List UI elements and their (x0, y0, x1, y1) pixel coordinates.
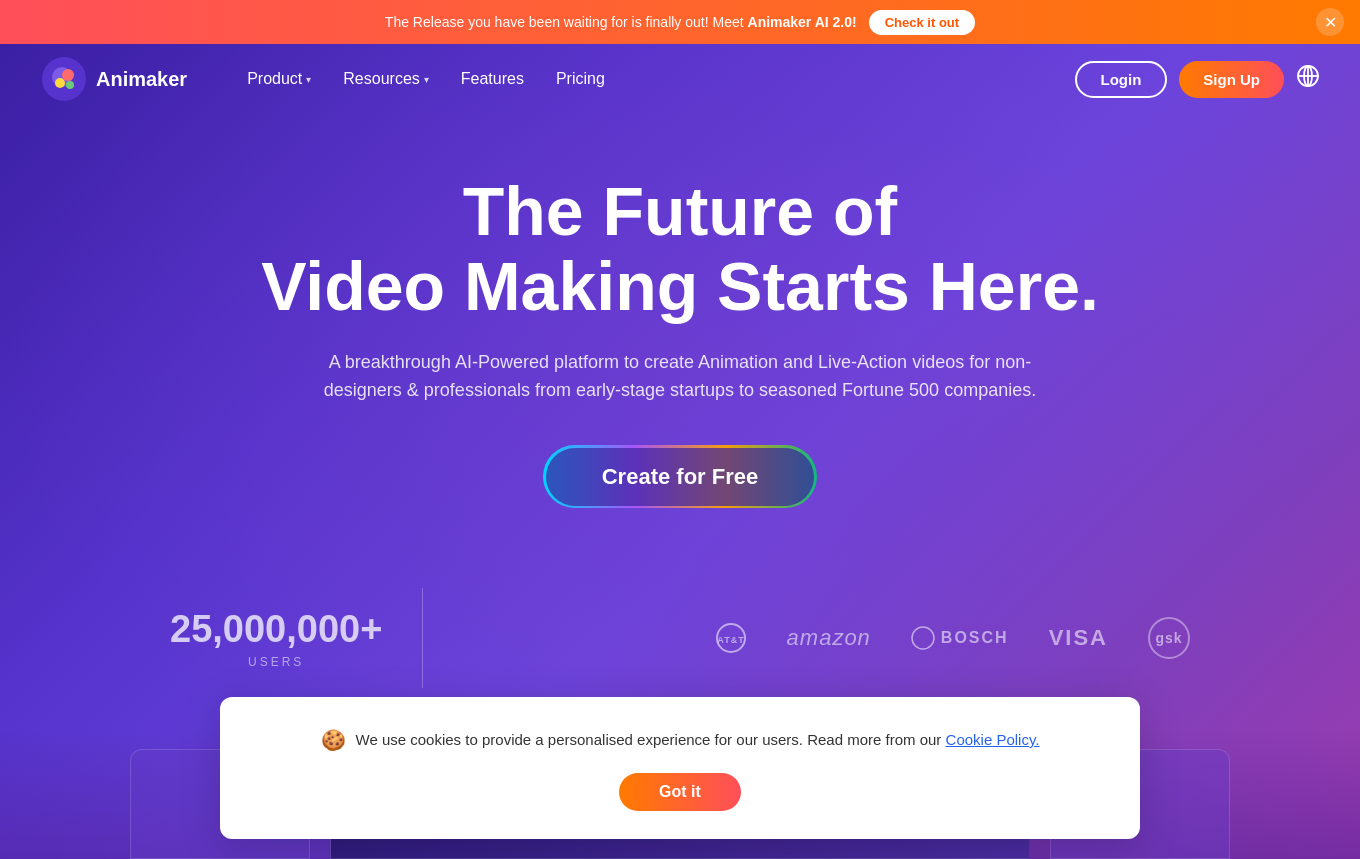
chevron-down-icon: ▾ (424, 74, 429, 85)
brand-bosch: BOSCH (911, 626, 1009, 650)
nav-actions: Login Sign Up (1075, 61, 1321, 98)
create-free-button-wrapper[interactable]: Create for Free (543, 445, 817, 508)
check-it-out-button[interactable]: Check it out (869, 10, 975, 35)
language-selector-button[interactable] (1296, 64, 1320, 94)
globe-icon (1296, 64, 1320, 88)
hero-title-line1: The Future of (261, 174, 1099, 249)
att-logo-icon: AT&T (715, 622, 747, 654)
login-button[interactable]: Login (1075, 61, 1168, 98)
svg-point-11 (912, 627, 934, 649)
svg-point-4 (66, 81, 74, 89)
navbar: Animaker Product ▾ Resources ▾ Features … (0, 44, 1360, 114)
animaker-logo-icon (40, 55, 88, 103)
svg-text:AT&T: AT&T (717, 635, 744, 645)
cookie-text: 🍪 We use cookies to provide a personalis… (321, 725, 1040, 755)
stats-divider (422, 588, 423, 688)
cookie-icon: 🍪 (321, 725, 346, 755)
announcement-text: The Release you have been waiting for is… (385, 14, 857, 30)
nav-link-features[interactable]: Features (461, 70, 524, 88)
nav-logo-text: Animaker (96, 68, 187, 91)
users-stats-block: 25,000,000+ USERS (170, 608, 422, 669)
cookie-message: We use cookies to provide a personalised… (356, 729, 1040, 752)
brand-logos: AT&T amazon BOSCH VISA gsk (463, 617, 1190, 659)
hero-title-line2: Video Making Starts Here. (261, 249, 1099, 324)
got-it-button[interactable]: Got it (619, 773, 741, 811)
brand-gsk: gsk (1148, 617, 1190, 659)
nav-link-resources[interactable]: Resources ▾ (343, 70, 428, 88)
chevron-down-icon: ▾ (306, 74, 311, 85)
stats-section: 25,000,000+ USERS AT&T amazon BOSCH VISA… (130, 588, 1230, 688)
nav-link-product[interactable]: Product ▾ (247, 70, 311, 88)
nav-logo[interactable]: Animaker (40, 55, 187, 103)
svg-point-3 (55, 78, 65, 88)
signup-button[interactable]: Sign Up (1179, 61, 1284, 98)
brand-visa: VISA (1049, 625, 1108, 651)
nav-link-pricing[interactable]: Pricing (556, 70, 605, 88)
create-free-button[interactable]: Create for Free (546, 448, 815, 506)
brand-amazon: amazon (787, 625, 871, 651)
nav-links: Product ▾ Resources ▾ Features Pricing (247, 70, 1074, 88)
stats-number: 25,000,000+ (170, 608, 382, 651)
hero-content: The Future of Video Making Starts Here. … (241, 174, 1119, 508)
brand-att: AT&T (715, 622, 747, 654)
announcement-bar: The Release you have been waiting for is… (0, 0, 1360, 44)
announcement-close-button[interactable]: ✕ (1316, 8, 1344, 36)
stats-label: USERS (248, 655, 304, 669)
cookie-banner: 🍪 We use cookies to provide a personalis… (220, 697, 1140, 839)
hero-subtitle: A breakthrough AI-Powered platform to cr… (310, 348, 1050, 406)
svg-point-2 (62, 69, 74, 81)
bosch-logo-icon (911, 626, 935, 650)
cookie-policy-link[interactable]: Cookie Policy. (946, 731, 1040, 748)
